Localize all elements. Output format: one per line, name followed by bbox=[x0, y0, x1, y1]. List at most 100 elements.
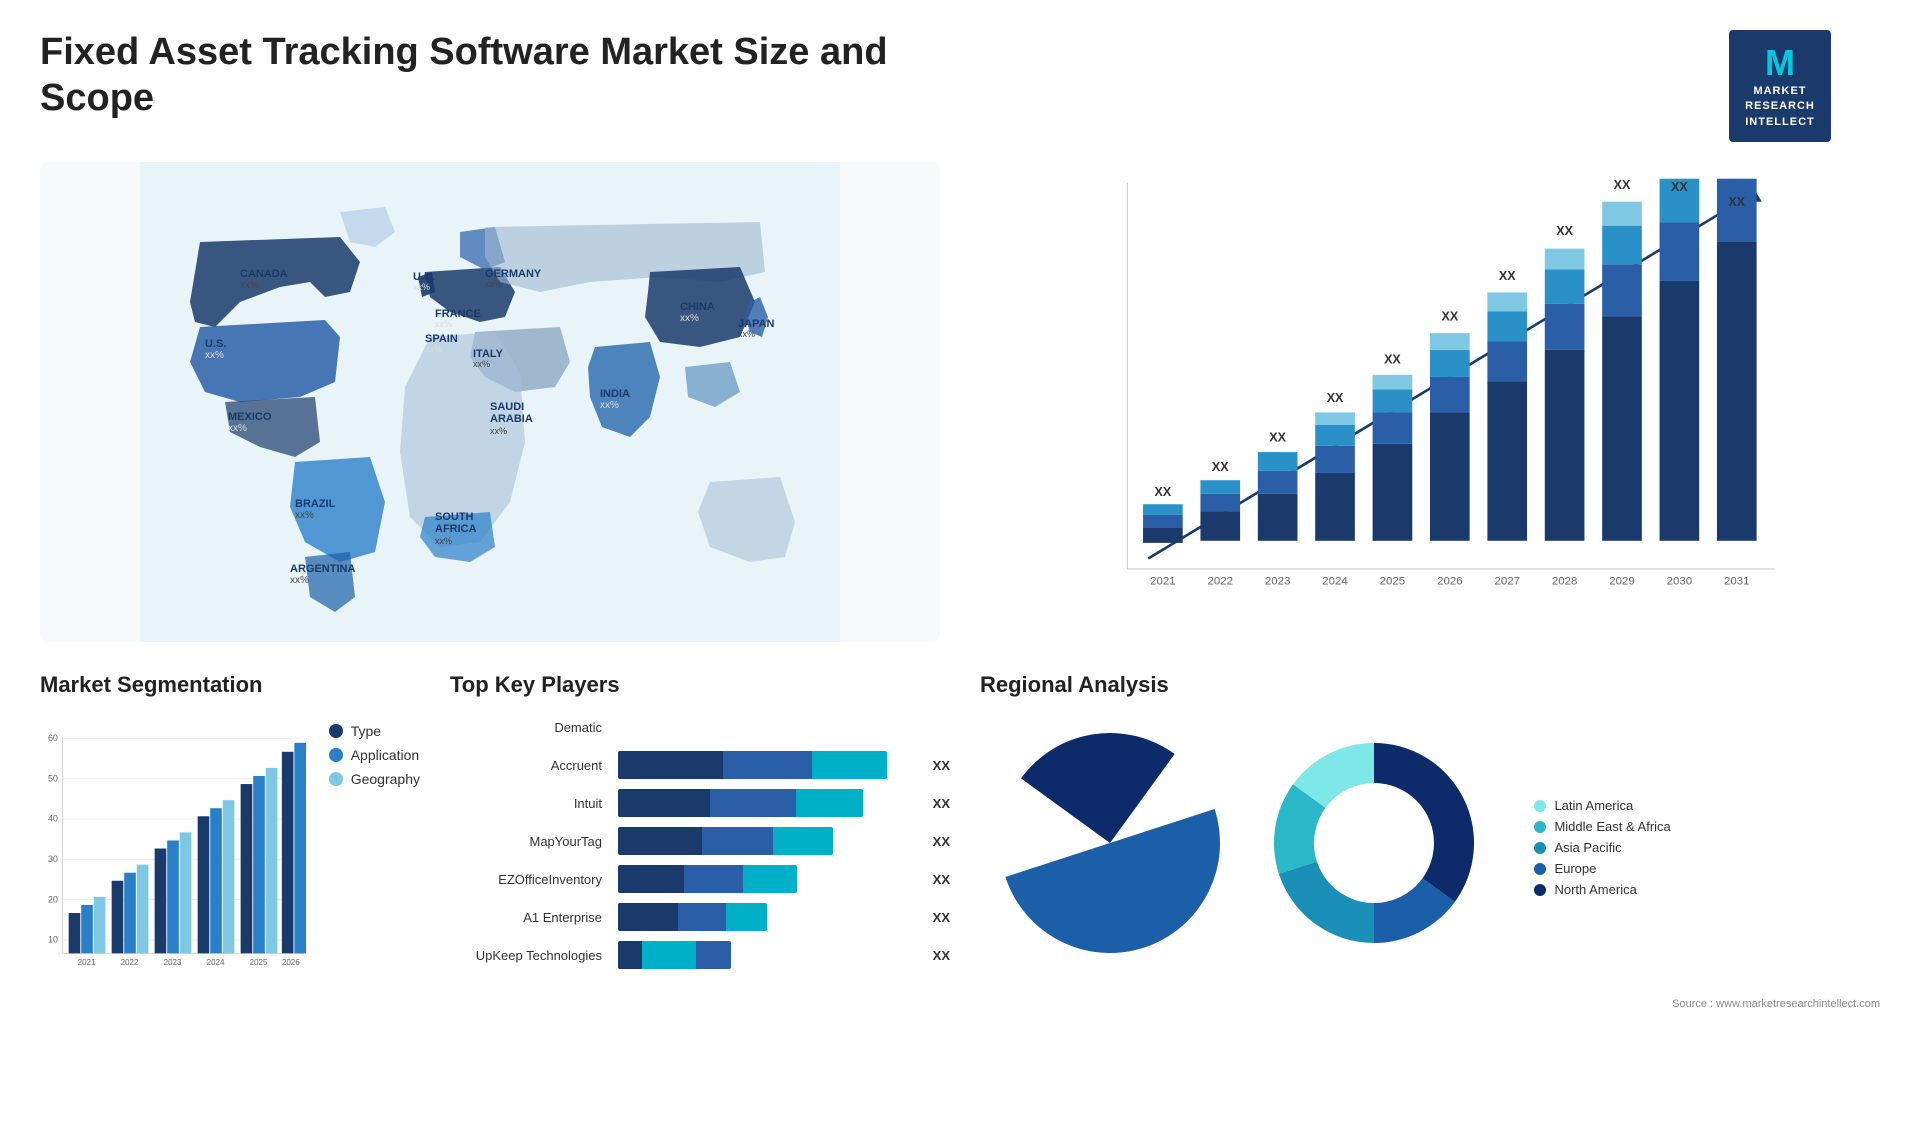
svg-text:20: 20 bbox=[48, 894, 58, 904]
application-legend-label: Application bbox=[351, 747, 420, 763]
player-bar-a1enterprise bbox=[618, 903, 917, 931]
svg-text:2023: 2023 bbox=[164, 958, 182, 967]
svg-text:50: 50 bbox=[48, 774, 58, 784]
player-bar-intuit bbox=[618, 789, 917, 817]
svg-text:2026: 2026 bbox=[282, 958, 300, 967]
donut-segments bbox=[1274, 743, 1474, 943]
svg-text:XX: XX bbox=[1212, 460, 1229, 474]
legend-geography: Geography bbox=[329, 771, 420, 787]
player-val-accruent: XX bbox=[933, 758, 950, 773]
svg-text:2022: 2022 bbox=[121, 958, 139, 967]
svg-text:BRAZIL: BRAZIL bbox=[295, 498, 336, 510]
player-bar-mapyourtag bbox=[618, 827, 917, 855]
player-val-intuit: XX bbox=[933, 796, 950, 811]
svg-text:10: 10 bbox=[48, 935, 58, 945]
svg-text:xx%: xx% bbox=[738, 329, 755, 339]
key-players-title: Top Key Players bbox=[450, 672, 950, 698]
svg-text:2023: 2023 bbox=[1265, 576, 1291, 588]
svg-text:XX: XX bbox=[1556, 224, 1573, 238]
growth-chart-svg: XX 2021 XX 2022 XX 2023 XX 2024 bbox=[980, 162, 1880, 642]
svg-text:2024: 2024 bbox=[207, 958, 225, 967]
player-dematic: Dematic bbox=[450, 713, 950, 741]
svg-text:xx%: xx% bbox=[680, 313, 699, 324]
segmentation-bar-chart: 60 50 40 30 20 10 bbox=[40, 713, 309, 998]
north-america-label: North America bbox=[1554, 882, 1636, 897]
player-upkeep: UpKeep Technologies XX bbox=[450, 941, 950, 969]
svg-text:xx%: xx% bbox=[425, 344, 442, 354]
latin-america-dot bbox=[1534, 800, 1546, 812]
svg-text:2026: 2026 bbox=[1437, 576, 1463, 588]
player-val-upkeep: XX bbox=[933, 948, 950, 963]
svg-text:xx%: xx% bbox=[490, 426, 507, 436]
legend-asia-pacific: Asia Pacific bbox=[1534, 840, 1670, 855]
key-players-section: Top Key Players Dematic Accruent XX Intu… bbox=[450, 672, 950, 1052]
bottom-section: Market Segmentation 60 50 40 30 20 10 bbox=[40, 672, 1880, 1052]
world-map: CANADA xx% U.S. xx% MEXICO xx% BRAZIL xx… bbox=[40, 162, 940, 642]
svg-text:2025: 2025 bbox=[250, 958, 268, 967]
svg-text:2031: 2031 bbox=[1724, 576, 1750, 588]
svg-text:XX: XX bbox=[1327, 391, 1344, 405]
asia-pacific-label: Asia Pacific bbox=[1554, 840, 1621, 855]
player-name-intuit: Intuit bbox=[450, 796, 610, 811]
page-header: Fixed Asset Tracking Software Market Siz… bbox=[40, 30, 1880, 142]
legend-type: Type bbox=[329, 723, 420, 739]
player-name-a1enterprise: A1 Enterprise bbox=[450, 910, 610, 925]
player-intuit: Intuit XX bbox=[450, 789, 950, 817]
legend-application: Application bbox=[329, 747, 420, 763]
growth-chart-container: XX 2021 XX 2022 XX 2023 XX 2024 bbox=[980, 162, 1880, 642]
latin-america-label: Latin America bbox=[1554, 798, 1633, 813]
europe-label: Europe bbox=[1554, 861, 1596, 876]
player-bar-dematic bbox=[618, 713, 950, 741]
svg-text:2030: 2030 bbox=[1667, 576, 1693, 588]
logo-text: MARKET RESEARCH INTELLECT bbox=[1745, 84, 1815, 130]
svg-text:ARGENTINA: ARGENTINA bbox=[290, 563, 355, 575]
svg-text:AFRICA: AFRICA bbox=[435, 523, 477, 535]
player-bar-ezofficeinventory bbox=[618, 865, 917, 893]
player-name-mapyourtag: MapYourTag bbox=[450, 834, 610, 849]
svg-text:ARABIA: ARABIA bbox=[490, 413, 533, 425]
geography-legend-label: Geography bbox=[351, 771, 420, 787]
svg-text:2025: 2025 bbox=[1380, 576, 1406, 588]
svg-text:xx%: xx% bbox=[295, 510, 314, 521]
svg-text:xx%: xx% bbox=[435, 536, 452, 546]
source-text: Source : www.marketresearchintellect.com bbox=[980, 998, 1880, 1010]
asia-pacific-dot bbox=[1534, 842, 1546, 854]
svg-text:xx%: xx% bbox=[473, 359, 490, 369]
svg-text:2028: 2028 bbox=[1552, 576, 1578, 588]
svg-text:XX: XX bbox=[1499, 269, 1516, 283]
north-america-dot bbox=[1534, 884, 1546, 896]
regional-section: Regional Analysis bbox=[980, 672, 1880, 1052]
svg-text:xx%: xx% bbox=[435, 319, 452, 329]
player-accruent: Accruent XX bbox=[450, 751, 950, 779]
regional-legend: Latin America Middle East & Africa Asia … bbox=[1534, 798, 1670, 903]
player-name-dematic: Dematic bbox=[450, 720, 610, 735]
regional-content: Latin America Middle East & Africa Asia … bbox=[980, 713, 1880, 978]
logo: M MARKET RESEARCH INTELLECT bbox=[1680, 30, 1880, 142]
player-name-upkeep: UpKeep Technologies bbox=[450, 948, 610, 963]
svg-text:CANADA: CANADA bbox=[240, 268, 288, 280]
player-name-accruent: Accruent bbox=[450, 758, 610, 773]
svg-text:SOUTH: SOUTH bbox=[435, 511, 474, 523]
geography-legend-dot bbox=[329, 772, 343, 786]
player-val-a1enterprise: XX bbox=[933, 910, 950, 925]
type-legend-label: Type bbox=[351, 723, 381, 739]
svg-text:2021: 2021 bbox=[1150, 576, 1176, 588]
legend-middle-east-africa: Middle East & Africa bbox=[1534, 819, 1670, 834]
svg-text:xx%: xx% bbox=[240, 280, 259, 291]
donut-chart bbox=[980, 713, 1504, 978]
svg-text:XX: XX bbox=[1384, 353, 1401, 367]
player-bar-accruent bbox=[618, 751, 917, 779]
svg-text:U.S.: U.S. bbox=[205, 338, 226, 350]
legend-north-america: North America bbox=[1534, 882, 1670, 897]
player-bar-upkeep bbox=[618, 941, 917, 969]
regional-title: Regional Analysis bbox=[980, 672, 1880, 698]
svg-text:60: 60 bbox=[48, 733, 58, 743]
svg-text:XX: XX bbox=[1614, 178, 1631, 192]
svg-text:SAUDI: SAUDI bbox=[490, 401, 524, 413]
svg-text:XX: XX bbox=[1155, 485, 1172, 499]
player-mapyourtag: MapYourTag XX bbox=[450, 827, 950, 855]
segmentation-section: Market Segmentation 60 50 40 30 20 10 bbox=[40, 672, 420, 1052]
player-name-ezofficeinventory: EZOfficeInventory bbox=[450, 872, 610, 887]
legend-latin-america: Latin America bbox=[1534, 798, 1670, 813]
player-a1enterprise: A1 Enterprise XX bbox=[450, 903, 950, 931]
